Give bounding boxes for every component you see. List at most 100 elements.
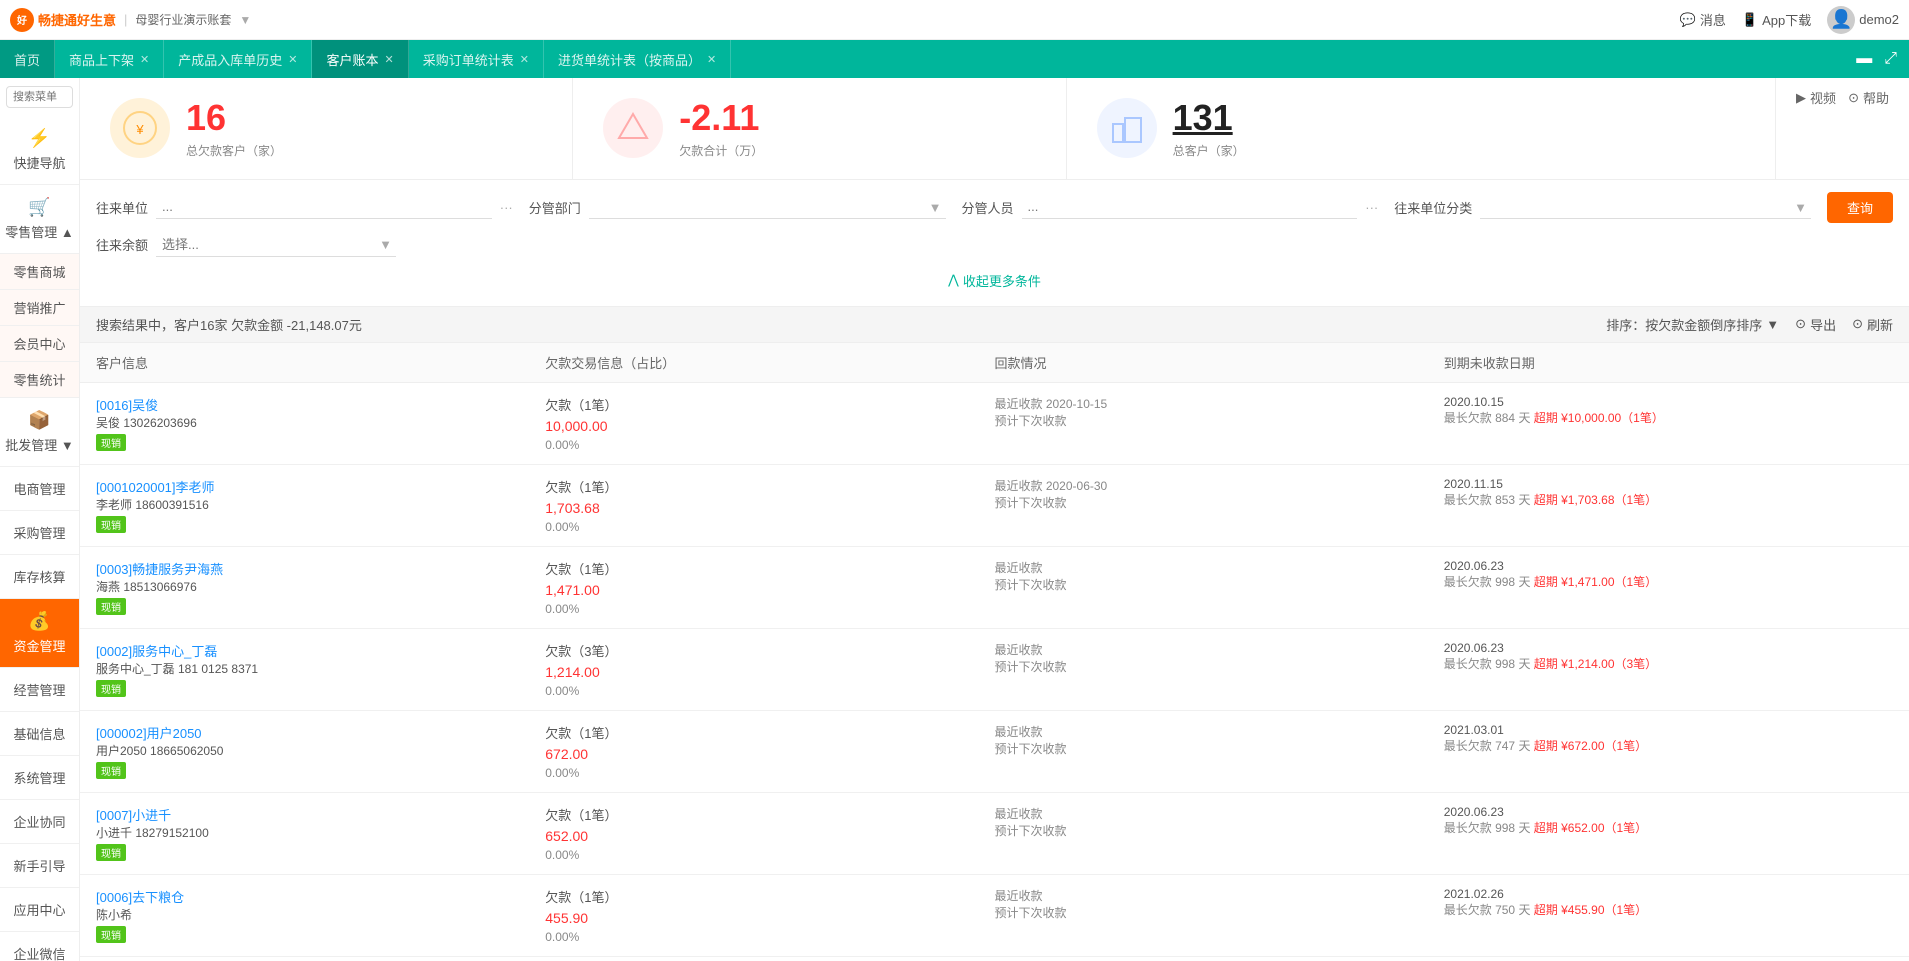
sidebar-item-marketing[interactable]: 营销推广 bbox=[0, 290, 79, 326]
table-row[interactable]: [0006]去下粮仓 陈小希 现销 欠款（1笔） 455.90 0.00% 最近… bbox=[80, 875, 1909, 957]
filter-unit-category-input[interactable] bbox=[1480, 195, 1811, 219]
filter-department-dropdown[interactable]: ▼ bbox=[589, 195, 946, 219]
filter-department-input[interactable] bbox=[589, 195, 946, 219]
sidebar-item-inventory[interactable]: 库存核算 bbox=[0, 555, 79, 599]
overdue-link-0[interactable]: 超期 ¥10,000.00（1笔） bbox=[1534, 411, 1664, 425]
sidebar-item-quick-nav[interactable]: ⚡ 快捷导航 bbox=[0, 116, 79, 185]
tab-customer-account-close[interactable]: ✕ bbox=[385, 53, 394, 66]
search-button[interactable]: 查询 bbox=[1827, 192, 1893, 223]
tab-customer-account[interactable]: 客户账本 ✕ bbox=[312, 40, 408, 78]
filter-from-unit-dots[interactable]: ··· bbox=[500, 200, 513, 215]
customer-code-6[interactable]: [0006]去下粮仓 bbox=[96, 887, 545, 906]
username: demo2 bbox=[1859, 12, 1899, 27]
tab-product-history[interactable]: 产成品入库单历史 ✕ bbox=[164, 40, 312, 78]
debt-percent-6: 0.00% bbox=[545, 930, 994, 944]
overdue-link-4[interactable]: 超期 ¥672.00（1笔） bbox=[1534, 739, 1647, 753]
table-row[interactable]: [000001]黄思源 黄思源 13552700226 现销 欠款（1笔） 42… bbox=[80, 957, 1909, 961]
sidebar-item-retail-stats[interactable]: 零售统计 bbox=[0, 362, 79, 398]
table-row[interactable]: [0001020001]李老师 李老师 18600391516 现销 欠款（1笔… bbox=[80, 465, 1909, 547]
collection-latest-4: 最近收款 bbox=[995, 723, 1444, 740]
customer-code-4[interactable]: [000002]用户2050 bbox=[96, 723, 545, 742]
overdue-link-2[interactable]: 超期 ¥1,471.00（1笔） bbox=[1534, 575, 1657, 589]
stat-icon-total-customers bbox=[1097, 98, 1157, 158]
customer-badge-4: 现销 bbox=[96, 762, 126, 779]
stat-info-debt-amount: -2.11 欠款合计（万） bbox=[679, 98, 763, 159]
customer-code-2[interactable]: [0003]畅捷服务尹海燕 bbox=[96, 559, 545, 578]
refresh-btn[interactable]: ⊙ 刷新 bbox=[1852, 315, 1893, 334]
overdue-info-1: 最长欠款 853 天 超期 ¥1,703.68（1笔） bbox=[1444, 491, 1893, 508]
message-btn[interactable]: 💬 消息 bbox=[1680, 10, 1726, 29]
sort-dropdown[interactable]: 排序：按欠款金额倒序排序 ▼ bbox=[1606, 315, 1779, 334]
overdue-link-6[interactable]: 超期 ¥455.90（1笔） bbox=[1534, 903, 1647, 917]
sidebar-search-input[interactable] bbox=[6, 86, 73, 108]
sidebar-item-enterprise[interactable]: 企业协同 bbox=[0, 800, 79, 844]
tab-product-history-close[interactable]: ✕ bbox=[288, 53, 297, 66]
filter-person-dots[interactable]: ··· bbox=[1365, 200, 1378, 215]
filter-person: 分管人员 ··· bbox=[962, 195, 1379, 219]
table-row[interactable]: [000002]用户2050 用户2050 18665062050 现销 欠款（… bbox=[80, 711, 1909, 793]
app-download-btn[interactable]: 📱 App下载 bbox=[1742, 10, 1811, 29]
debt-amount-1: 1,703.68 bbox=[545, 500, 994, 516]
collapse-filter-btn[interactable]: ⋀ 收起更多条件 bbox=[96, 267, 1893, 294]
overdue-link-3[interactable]: 超期 ¥1,214.00（3笔） bbox=[1534, 657, 1657, 671]
export-btn[interactable]: ⊙ 导出 bbox=[1795, 315, 1836, 334]
filter-from-unit-label: 往来单位 bbox=[96, 198, 148, 217]
filter-balance-dropdown[interactable]: ▼ bbox=[156, 233, 396, 257]
help-btn[interactable]: ⊙ 帮助 bbox=[1848, 88, 1889, 107]
table-row[interactable]: [0002]服务中心_丁磊 服务中心_丁磊 181 0125 8371 现销 欠… bbox=[80, 629, 1909, 711]
tab-minimize-btn[interactable]: ▬ bbox=[1852, 48, 1876, 70]
overdue-link-5[interactable]: 超期 ¥652.00（1笔） bbox=[1534, 821, 1647, 835]
debt-count-6: 欠款（1笔） bbox=[545, 887, 994, 906]
company-dropdown[interactable]: ▼ bbox=[239, 13, 251, 27]
table-row[interactable]: [0003]畅捷服务尹海燕 海燕 18513066976 现销 欠款（1笔） 1… bbox=[80, 547, 1909, 629]
sidebar-item-member-center[interactable]: 会员中心 bbox=[0, 326, 79, 362]
tab-home[interactable]: 首页 bbox=[0, 40, 55, 78]
table-row[interactable]: [0007]小进千 小进千 18279152100 现销 欠款（1笔） 652.… bbox=[80, 793, 1909, 875]
sidebar-item-retail-mgmt[interactable]: 🛒 零售管理 ▲ bbox=[0, 185, 79, 254]
tab-instock-stat[interactable]: 进货单统计表（按商品） ✕ bbox=[544, 40, 731, 78]
video-btn[interactable]: ▶ 视频 bbox=[1796, 88, 1836, 107]
cell-collection-0: 最近收款 2020-10-15 预计下次收款 bbox=[995, 395, 1444, 429]
svg-text:¥: ¥ bbox=[135, 122, 144, 137]
filter-from-unit-input[interactable] bbox=[156, 195, 492, 219]
overdue-link-1[interactable]: 超期 ¥1,703.68（1笔） bbox=[1534, 493, 1657, 507]
due-date-1: 2020.11.15 bbox=[1444, 477, 1893, 491]
user-menu[interactable]: 👤 demo2 bbox=[1827, 6, 1899, 34]
brand-logo: 好 畅捷通好生意 bbox=[10, 8, 116, 32]
tab-instock-stat-close[interactable]: ✕ bbox=[707, 53, 716, 66]
sidebar-item-basic-info[interactable]: 基础信息 bbox=[0, 712, 79, 756]
sidebar-item-enterprise-wechat[interactable]: 企业微信 bbox=[0, 932, 79, 961]
table-row[interactable]: [0016]吴俊 吴俊 13026203696 现销 欠款（1笔） 10,000… bbox=[80, 383, 1909, 465]
stats-bar: ¥ 16 总欠款客户（家） -2.11 欠款合计（万） bbox=[80, 78, 1909, 180]
sidebar-item-batch-mgmt[interactable]: 📦 批发管理 ▼ bbox=[0, 398, 79, 467]
tab-product-status-close[interactable]: ✕ bbox=[140, 53, 149, 66]
sidebar-item-app-center[interactable]: 应用中心 bbox=[0, 888, 79, 932]
sidebar-item-purchase[interactable]: 采购管理 bbox=[0, 511, 79, 555]
main-layout: ⚡ 快捷导航 🛒 零售管理 ▲ 零售商城 营销推广 会员中心 零售统计 📦 批发… bbox=[0, 78, 1909, 961]
sidebar-item-operation[interactable]: 经营管理 bbox=[0, 668, 79, 712]
sidebar-item-finance[interactable]: 💰 资金管理 bbox=[0, 599, 79, 668]
customer-code-0[interactable]: [0016]吴俊 bbox=[96, 395, 545, 414]
cell-customer-info-5: [0007]小进千 小进千 18279152100 现销 bbox=[96, 805, 545, 861]
tab-purchase-order[interactable]: 采购订单统计表 ✕ bbox=[409, 40, 544, 78]
cell-due-date-4: 2021.03.01 最长欠款 747 天 超期 ¥672.00（1笔） bbox=[1444, 723, 1893, 754]
tab-purchase-order-close[interactable]: ✕ bbox=[520, 53, 529, 66]
tab-product-status[interactable]: 商品上下架 ✕ bbox=[55, 40, 164, 78]
customer-badge-5: 现销 bbox=[96, 844, 126, 861]
debt-count-4: 欠款（1笔） bbox=[545, 723, 994, 742]
sidebar-item-ecommerce[interactable]: 电商管理 bbox=[0, 467, 79, 511]
cell-collection-2: 最近收款 预计下次收款 bbox=[995, 559, 1444, 593]
customer-name-2: 海燕 18513066976 bbox=[96, 578, 545, 595]
customer-code-1[interactable]: [0001020001]李老师 bbox=[96, 477, 545, 496]
sidebar-item-new-guide[interactable]: 新手引导 bbox=[0, 844, 79, 888]
tab-maximize-btn[interactable]: ⤢ bbox=[1880, 48, 1901, 70]
debt-amount-3: 1,214.00 bbox=[545, 664, 994, 680]
sidebar-item-system[interactable]: 系统管理 bbox=[0, 756, 79, 800]
filter-balance-input[interactable] bbox=[156, 233, 396, 257]
cell-due-date-2: 2020.06.23 最长欠款 998 天 超期 ¥1,471.00（1笔） bbox=[1444, 559, 1893, 590]
sidebar-item-retail-mall[interactable]: 零售商城 bbox=[0, 254, 79, 290]
customer-code-3[interactable]: [0002]服务中心_丁磊 bbox=[96, 641, 545, 660]
customer-code-5[interactable]: [0007]小进千 bbox=[96, 805, 545, 824]
filter-unit-category-dropdown[interactable]: ▼ bbox=[1480, 195, 1811, 219]
filter-person-input[interactable] bbox=[1022, 195, 1358, 219]
